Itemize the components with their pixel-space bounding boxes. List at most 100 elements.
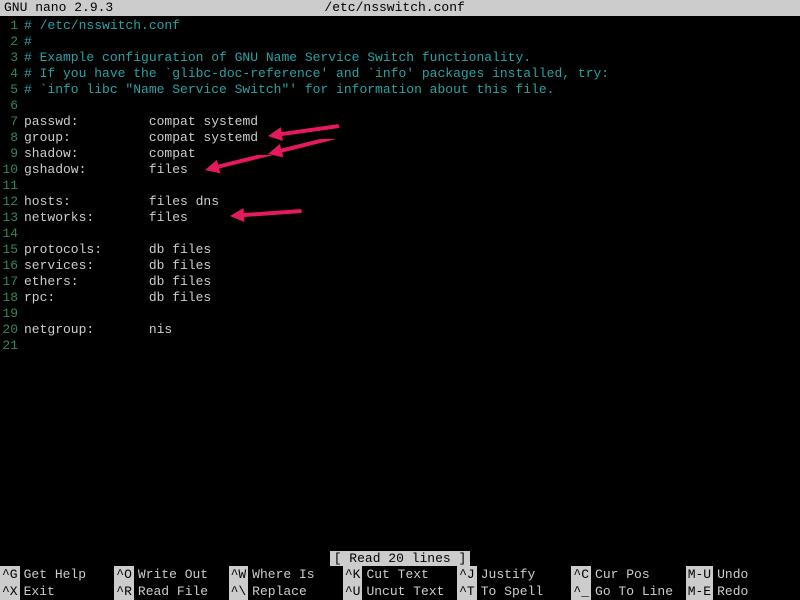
shortcut-label: Undo — [717, 566, 748, 583]
shortcut: M-ERedo — [686, 583, 800, 600]
shortcut-label: Cur Pos — [595, 566, 650, 583]
editor-line[interactable]: 16 services: db files — [0, 258, 800, 274]
shortcut-key: ^G — [0, 566, 20, 583]
line-number: 7 — [0, 114, 18, 130]
line-content: shadow: compat — [24, 146, 196, 162]
shortcut-key: ^T — [457, 583, 477, 600]
shortcut: M-UUndo — [686, 566, 800, 583]
line-content: services: db files — [24, 258, 211, 274]
shortcut-key: ^\ — [229, 583, 249, 600]
shortcut: ^TTo Spell — [457, 583, 571, 600]
editor-line[interactable]: 7 passwd: compat systemd — [0, 114, 800, 130]
shortcut-label: Justify — [481, 566, 536, 583]
line-content: ethers: db files — [24, 274, 211, 290]
shortcut: ^UUncut Text — [343, 583, 457, 600]
editor-line[interactable]: 21 — [0, 338, 800, 354]
titlebar: GNU nano 2.9.3 /etc/nsswitch.conf — [0, 0, 800, 16]
editor-line[interactable]: 5 # `info libc "Name Service Switch"' for… — [0, 82, 800, 98]
shortcut: ^_Go To Line — [571, 583, 685, 600]
shortcut: ^WWhere Is — [229, 566, 343, 583]
shortcut-label: Write Out — [138, 566, 208, 583]
editor-line[interactable]: 19 — [0, 306, 800, 322]
shortcut: ^GGet Help — [0, 566, 114, 583]
editor-area[interactable]: 1# /etc/nsswitch.conf2#3# Example config… — [0, 16, 800, 354]
shortcut: ^\Replace — [229, 583, 343, 600]
shortcut: ^CCur Pos — [571, 566, 685, 583]
shortcut-key: ^K — [343, 566, 363, 583]
editor-line[interactable]: 10 gshadow: files — [0, 162, 800, 178]
line-number: 3 — [0, 50, 18, 66]
line-number: 13 — [0, 210, 18, 226]
editor-line[interactable]: 20netgroup: nis — [0, 322, 800, 338]
line-content: group: compat systemd — [24, 130, 258, 146]
line-content: gshadow: files — [24, 162, 188, 178]
line-number: 11 — [0, 178, 18, 194]
line-number: 5 — [0, 82, 18, 98]
shortcut: ^RRead File — [114, 583, 228, 600]
editor-line[interactable]: 18rpc: db files — [0, 290, 800, 306]
line-number: 4 — [0, 66, 18, 82]
line-content: # If you have the `glibc-doc-reference' … — [24, 66, 609, 82]
line-number: 2 — [0, 34, 18, 50]
shortcut-key: M-E — [686, 583, 713, 600]
shortcut-label: Read File — [138, 583, 208, 600]
editor-line[interactable]: 8 group: compat systemd — [0, 130, 800, 146]
line-content: protocols: db files — [24, 242, 211, 258]
shortcut-key: ^C — [571, 566, 591, 583]
line-number: 12 — [0, 194, 18, 210]
line-number: 15 — [0, 242, 18, 258]
shortcut-key: ^O — [114, 566, 134, 583]
shortcut-key: M-U — [686, 566, 713, 583]
file-path: /etc/nsswitch.conf — [113, 0, 676, 16]
line-number: 6 — [0, 98, 18, 114]
editor-line[interactable]: 6 — [0, 98, 800, 114]
shortcut: ^XExit — [0, 583, 114, 600]
line-number: 8 — [0, 130, 18, 146]
editor-line[interactable]: 1# /etc/nsswitch.conf — [0, 18, 800, 34]
status-bar: [ Read 20 lines ] — [0, 551, 800, 566]
line-number: 9 — [0, 146, 18, 162]
shortcut-label: Cut Text — [366, 566, 428, 583]
editor-line[interactable]: 9 shadow: compat — [0, 146, 800, 162]
editor-line[interactable]: 11 — [0, 178, 800, 194]
line-content: # Example configuration of GNU Name Serv… — [24, 50, 531, 66]
line-content: # /etc/nsswitch.conf — [24, 18, 180, 34]
editor-line[interactable]: 15 protocols: db files — [0, 242, 800, 258]
editor-line[interactable]: 12 hosts: files dns — [0, 194, 800, 210]
line-number: 19 — [0, 306, 18, 322]
editor-line[interactable]: 3 # Example configuration of GNU Name Ser… — [0, 50, 800, 66]
annotation-arrow-icon — [205, 155, 345, 185]
shortcut-label: Redo — [717, 583, 748, 600]
shortcut-label: To Spell — [481, 583, 543, 600]
shortcut-label: Where Is — [252, 566, 314, 583]
editor-line[interactable]: 13 networks: files — [0, 210, 800, 226]
line-content: # — [24, 34, 32, 50]
line-number: 18 — [0, 290, 18, 306]
shortcut-label: Exit — [24, 583, 55, 600]
shortcut-key: ^J — [457, 566, 477, 583]
shortcut: ^JJustify — [457, 566, 571, 583]
shortcut-key: ^R — [114, 583, 134, 600]
editor-line[interactable]: 17ethers: db files — [0, 274, 800, 290]
editor-line[interactable]: 4 # If you have the `glibc-doc-reference'… — [0, 66, 800, 82]
line-number: 16 — [0, 258, 18, 274]
shortcut-label: Replace — [252, 583, 307, 600]
shortcut-key: ^X — [0, 583, 20, 600]
line-number: 20 — [0, 322, 18, 338]
editor-line[interactable]: 2# — [0, 34, 800, 50]
line-number: 21 — [0, 338, 18, 354]
line-content: passwd: compat systemd — [24, 114, 258, 130]
annotation-arrow-icon — [230, 201, 310, 231]
shortcut: ^OWrite Out — [114, 566, 228, 583]
line-content: networks: files — [24, 210, 188, 226]
line-number: 10 — [0, 162, 18, 178]
shortcut-bar: ^GGet Help^OWrite Out^WWhere Is^KCut Tex… — [0, 566, 800, 600]
line-content: hosts: files dns — [24, 194, 219, 210]
editor-line[interactable]: 14 — [0, 226, 800, 242]
shortcut-key: ^U — [343, 583, 363, 600]
line-content: # `info libc "Name Service Switch"' for … — [24, 82, 555, 98]
status-text: [ Read 20 lines ] — [330, 551, 471, 566]
line-number: 14 — [0, 226, 18, 242]
shortcut-label: Uncut Text — [366, 583, 444, 600]
shortcut-key: ^W — [229, 566, 249, 583]
